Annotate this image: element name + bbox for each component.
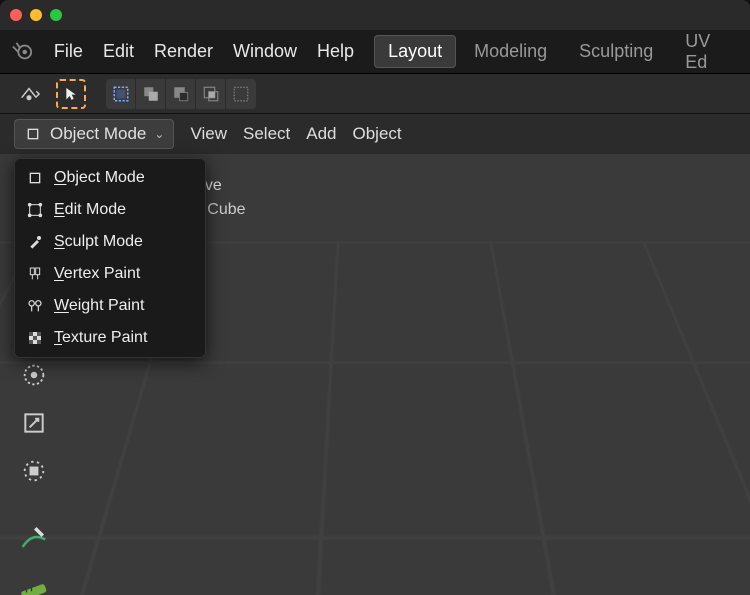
modebar-select[interactable]: Select	[243, 124, 290, 144]
chevron-down-icon: ⌄	[154, 127, 164, 141]
main-menubar: File Edit Render Window Help Layout Mode…	[0, 30, 750, 74]
selection-mode-group	[106, 79, 256, 109]
modebar-add[interactable]: Add	[306, 124, 336, 144]
menu-file[interactable]: File	[54, 41, 83, 62]
tool-measure-icon[interactable]	[13, 564, 55, 595]
mode-menu-label: Edit Mode	[54, 201, 126, 219]
tool-scale-icon[interactable]	[13, 402, 55, 444]
select-extend-icon[interactable]	[136, 79, 166, 109]
app-logo-icon[interactable]	[10, 40, 34, 64]
menu-help[interactable]: Help	[317, 41, 354, 62]
menu-edit[interactable]: Edit	[103, 41, 134, 62]
tool-annotate-icon[interactable]	[13, 516, 55, 558]
modebar-object[interactable]: Object	[353, 124, 402, 144]
window-titlebar	[0, 0, 750, 30]
mode-bar: Object Mode ⌄ View Select Add Object	[0, 114, 750, 154]
pivot-dropdown[interactable]	[14, 79, 44, 109]
mode-menu-sculpt[interactable]: Sculpt Mode	[14, 226, 206, 258]
menu-window[interactable]: Window	[233, 41, 297, 62]
object-mode-icon	[24, 125, 42, 143]
select-subtract-icon[interactable]	[166, 79, 196, 109]
mode-selector-label: Object Mode	[50, 124, 146, 144]
modebar-view[interactable]: View	[190, 124, 227, 144]
workspace-tab-layout[interactable]: Layout	[374, 35, 456, 68]
mode-dropdown-menu: Object Mode Edit Mode Sculpt Mode Vertex…	[14, 158, 206, 358]
object-mode-icon	[26, 169, 44, 187]
select-invert-icon[interactable]	[226, 79, 256, 109]
mode-menu-label: Object Mode	[54, 169, 145, 187]
tool-cursor-icon[interactable]	[13, 354, 55, 396]
header-toolbar	[0, 74, 750, 114]
maximize-window-button[interactable]	[50, 9, 62, 21]
mode-menu-label: Vertex Paint	[54, 265, 140, 283]
mode-menu-weight-paint[interactable]: Weight Paint	[14, 290, 206, 322]
mode-menu-object[interactable]: Object Mode	[14, 162, 206, 194]
texture-paint-icon	[26, 329, 44, 347]
workspace-tab-uv[interactable]: UV Ed	[671, 25, 750, 79]
menu-render[interactable]: Render	[154, 41, 213, 62]
minimize-window-button[interactable]	[30, 9, 42, 21]
select-tool-button[interactable]	[56, 79, 86, 109]
mode-menu-edit[interactable]: Edit Mode	[14, 194, 206, 226]
close-window-button[interactable]	[10, 9, 22, 21]
mode-selector-dropdown[interactable]: Object Mode ⌄	[14, 119, 174, 149]
mode-menu-label: Weight Paint	[54, 297, 144, 315]
mode-menu-texture-paint[interactable]: Texture Paint	[14, 322, 206, 354]
select-box-icon[interactable]	[106, 79, 136, 109]
sculpt-mode-icon	[26, 233, 44, 251]
tool-transform-icon[interactable]	[13, 450, 55, 492]
weight-paint-icon	[26, 297, 44, 315]
tool-shelf	[10, 354, 58, 595]
edit-mode-icon	[26, 201, 44, 219]
mode-menu-vertex-paint[interactable]: Vertex Paint	[14, 258, 206, 290]
mode-menu-label: Texture Paint	[54, 329, 147, 347]
workspace-tab-sculpting[interactable]: Sculpting	[565, 35, 667, 68]
vertex-paint-icon	[26, 265, 44, 283]
workspace-tab-modeling[interactable]: Modeling	[460, 35, 561, 68]
workspace-tabs: Layout Modeling Sculpting UV Ed	[374, 30, 750, 73]
select-intersect-icon[interactable]	[196, 79, 226, 109]
mode-menu-label: Sculpt Mode	[54, 233, 143, 251]
